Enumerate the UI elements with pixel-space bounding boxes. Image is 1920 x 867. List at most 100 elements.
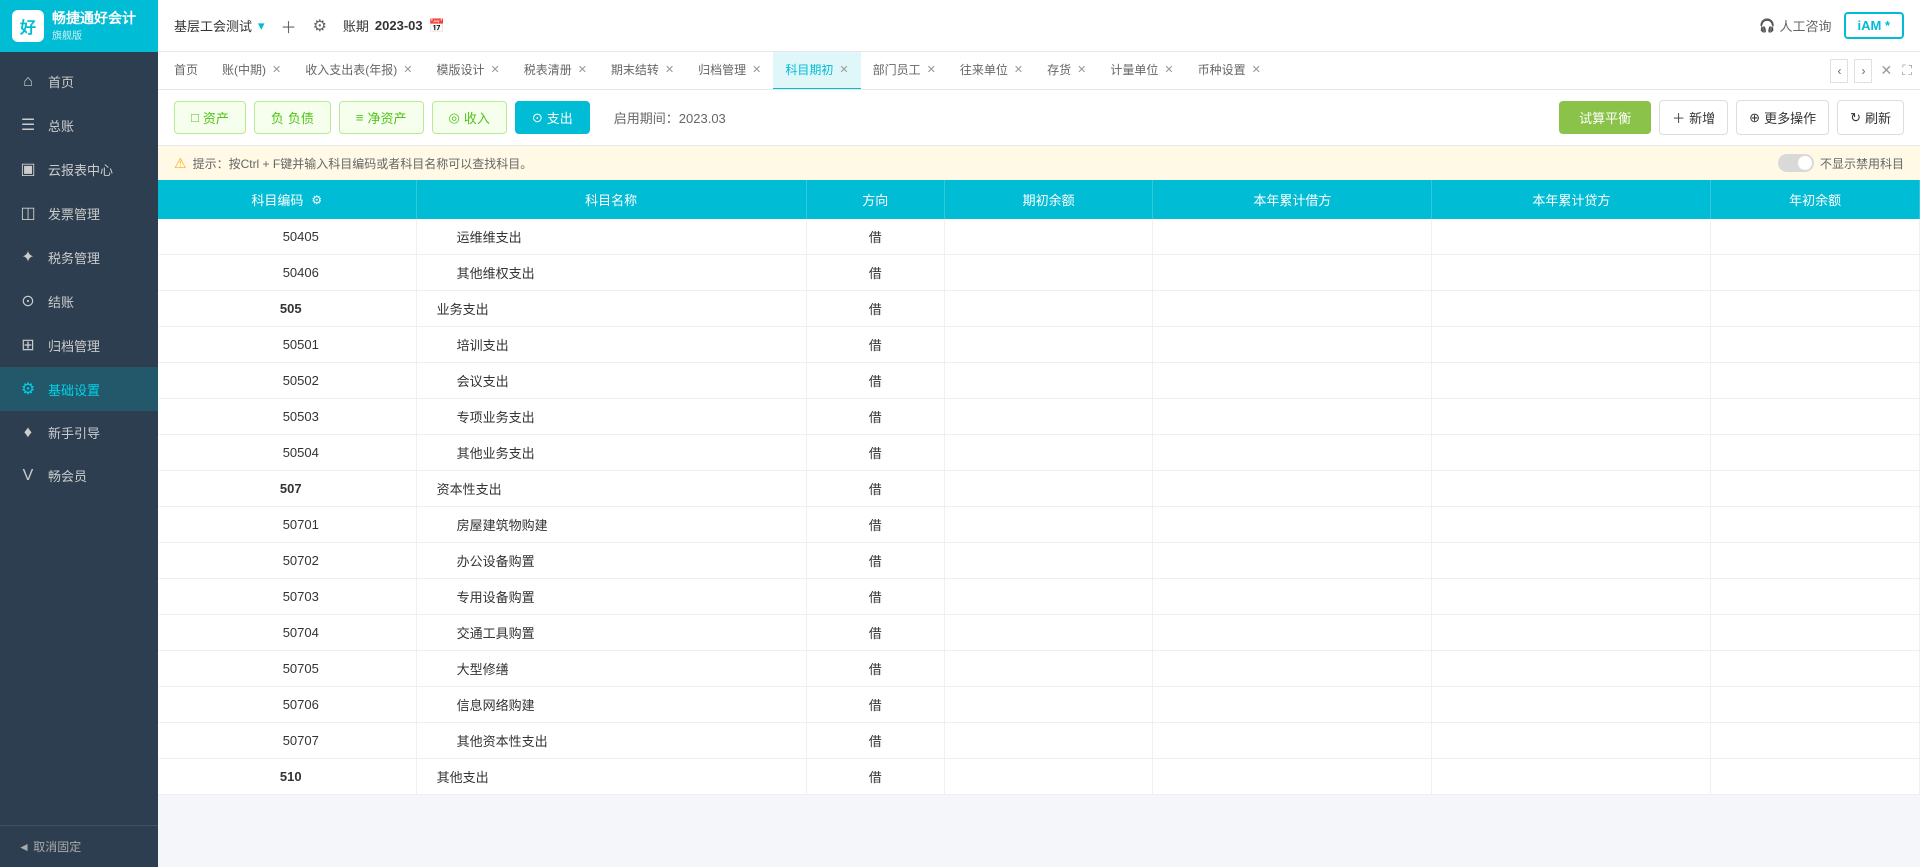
calendar-icon[interactable]: 📅 [429, 18, 445, 34]
col-settings-icon[interactable]: ⚙ [311, 193, 322, 207]
filter-tab-equity[interactable]: ≡净资产 [339, 101, 424, 134]
cell-opening [944, 507, 1153, 543]
cell-direction: 借 [806, 291, 944, 327]
table-row[interactable]: 50706 信息网络购建 借 [158, 687, 1920, 723]
cell-code: 50406 [158, 255, 416, 291]
filter-tab-liability[interactable]: 负负债 [254, 101, 331, 134]
cell-name: 交通工具购置 [416, 615, 806, 651]
cell-year-start [1711, 435, 1920, 471]
tab-存货[interactable]: 存货✕ [1035, 52, 1098, 90]
table-row[interactable]: 50504 其他业务支出 借 [158, 435, 1920, 471]
more-button[interactable]: ⊕ 更多操作 [1736, 100, 1829, 135]
cell-name: 专项业务支出 [416, 399, 806, 435]
tab-close-币种设置[interactable]: ✕ [1252, 63, 1261, 76]
sidebar-item-新手引导[interactable]: ♦新手引导 [0, 411, 158, 454]
tab-首页[interactable]: 首页 [162, 52, 210, 90]
tab-部门员工[interactable]: 部门员工✕ [861, 52, 948, 90]
tab-归档管理[interactable]: 归档管理✕ [686, 52, 773, 90]
cell-opening [944, 471, 1153, 507]
sidebar-item-畅会员[interactable]: V畅会员 [0, 454, 158, 497]
refresh-button[interactable]: ↻ 刷新 [1837, 100, 1904, 135]
tab-税表清册[interactable]: 税表清册✕ [512, 52, 599, 90]
cell-direction: 借 [806, 615, 944, 651]
balance-button[interactable]: 试算平衡 [1559, 101, 1651, 134]
hint-left: ⚠ 提示：按Ctrl + F键并输入科目编码或者科目名称可以查找科目。 [174, 155, 532, 172]
tab-close-收入支出表(年报)[interactable]: ✕ [403, 63, 412, 76]
cell-opening [944, 579, 1153, 615]
cell-direction: 借 [806, 399, 944, 435]
tab-close-计量单位[interactable]: ✕ [1164, 63, 1173, 76]
tab-币种设置[interactable]: 币种设置✕ [1186, 52, 1273, 90]
table-row[interactable]: 50703 专用设备购置 借 [158, 579, 1920, 615]
sidebar-item-总账[interactable]: ☰总账 [0, 103, 158, 147]
tab-nav-next[interactable]: › [1854, 59, 1872, 83]
settings-button[interactable]: ⚙ [309, 12, 331, 40]
table-row[interactable]: 50502 会议支出 借 [158, 363, 1920, 399]
tab-close-账(中期)[interactable]: ✕ [272, 63, 281, 76]
sidebar-item-基础设置[interactable]: ⚙基础设置 [0, 367, 158, 411]
tab-close-科目期初[interactable]: ✕ [839, 63, 848, 76]
sidebar-item-发票管理[interactable]: ◫发票管理 [0, 191, 158, 235]
tab-expand[interactable]: ⛶ [1898, 62, 1916, 79]
account-button[interactable]: iAM * [1844, 12, 1905, 39]
cell-ytd-debit [1153, 687, 1432, 723]
cell-direction: 借 [806, 759, 944, 795]
project-dropdown-arrow[interactable]: ▾ [258, 18, 265, 34]
table-row[interactable]: 50503 专项业务支出 借 [158, 399, 1920, 435]
tab-期末结转[interactable]: 期末结转✕ [599, 52, 686, 90]
table-row[interactable]: 50501 培训支出 借 [158, 327, 1920, 363]
tab-close-归档管理[interactable]: ✕ [752, 63, 761, 76]
tab-close-税表清册[interactable]: ✕ [578, 63, 587, 76]
filter-tab-income[interactable]: ◎收入 [432, 101, 507, 134]
table-row[interactable]: 505 业务支出 借 [158, 291, 1920, 327]
sidebar-item-首页[interactable]: ⌂首页 [0, 60, 158, 103]
sidebar-item-归档管理[interactable]: ⊞归档管理 [0, 323, 158, 367]
disabled-toggle[interactable] [1778, 154, 1814, 172]
accounts-table: 科目编码 ⚙ 科目名称 方向 期初余额 本年累计借方 本年累计贷方 年初余额 [158, 180, 1920, 795]
tab-close-all[interactable]: ✕ [1876, 62, 1896, 79]
table-row[interactable]: 50406 其他维权支出 借 [158, 255, 1920, 291]
filter-tab-expense[interactable]: ⊙支出 [515, 101, 590, 134]
sidebar-item-税务管理[interactable]: ✦税务管理 [0, 235, 158, 279]
table-row[interactable]: 50405 运维维支出 借 [158, 219, 1920, 255]
tab-模版设计[interactable]: 模版设计✕ [424, 52, 511, 90]
table-row[interactable]: 510 其他支出 借 [158, 759, 1920, 795]
table-row[interactable]: 50702 办公设备购置 借 [158, 543, 1920, 579]
tab-close-部门员工[interactable]: ✕ [927, 63, 936, 76]
tab-往来单位[interactable]: 往来单位✕ [948, 52, 1035, 90]
hint-toggle: 不显示禁用科目 [1778, 154, 1904, 172]
tab-科目期初[interactable]: 科目期初✕ [773, 52, 860, 90]
cell-name: 业务支出 [416, 291, 806, 327]
sidebar-item-云报表中心[interactable]: ▣云报表中心 [0, 147, 158, 191]
tab-close-模版设计[interactable]: ✕ [490, 63, 499, 76]
table-row[interactable]: 50705 大型修缮 借 [158, 651, 1920, 687]
table-row[interactable]: 50701 房屋建筑物购建 借 [158, 507, 1920, 543]
table-row[interactable]: 50707 其他资本性支出 借 [158, 723, 1920, 759]
cell-ytd-credit [1432, 291, 1711, 327]
table-row[interactable]: 50704 交通工具购置 借 [158, 615, 1920, 651]
cell-ytd-debit [1153, 327, 1432, 363]
cell-ytd-credit [1432, 579, 1711, 615]
table-row[interactable]: 507 资本性支出 借 [158, 471, 1920, 507]
nav-icon-税务管理: ✦ [18, 247, 38, 267]
col-ytd-debit: 本年累计借方 [1153, 180, 1432, 219]
tab-nav-prev[interactable]: ‹ [1830, 59, 1848, 83]
tab-账(中期)[interactable]: 账(中期)✕ [210, 52, 293, 90]
help-button[interactable]: 🎧 人工咨询 [1759, 16, 1831, 35]
cell-year-start [1711, 219, 1920, 255]
cell-ytd-credit [1432, 471, 1711, 507]
tab-close-往来单位[interactable]: ✕ [1014, 63, 1023, 76]
tab-收入支出表(年报)[interactable]: 收入支出表(年报)✕ [293, 52, 424, 90]
cell-year-start [1711, 255, 1920, 291]
table-body: 50405 运维维支出 借 50406 其他维权支出 借 505 业务支出 借 … [158, 219, 1920, 795]
tab-close-存货[interactable]: ✕ [1077, 63, 1086, 76]
cell-direction: 借 [806, 363, 944, 399]
sidebar-item-结账[interactable]: ⊙结账 [0, 279, 158, 323]
add-project-button[interactable]: ＋ [277, 10, 301, 42]
sidebar-footer[interactable]: ◄ 取消固定 [0, 825, 158, 867]
tab-计量单位[interactable]: 计量单位✕ [1098, 52, 1185, 90]
new-button[interactable]: ＋ 新增 [1659, 100, 1728, 135]
cell-code: 505 [158, 291, 416, 327]
filter-tab-asset[interactable]: □资产 [174, 101, 246, 134]
tab-close-期末结转[interactable]: ✕ [665, 63, 674, 76]
